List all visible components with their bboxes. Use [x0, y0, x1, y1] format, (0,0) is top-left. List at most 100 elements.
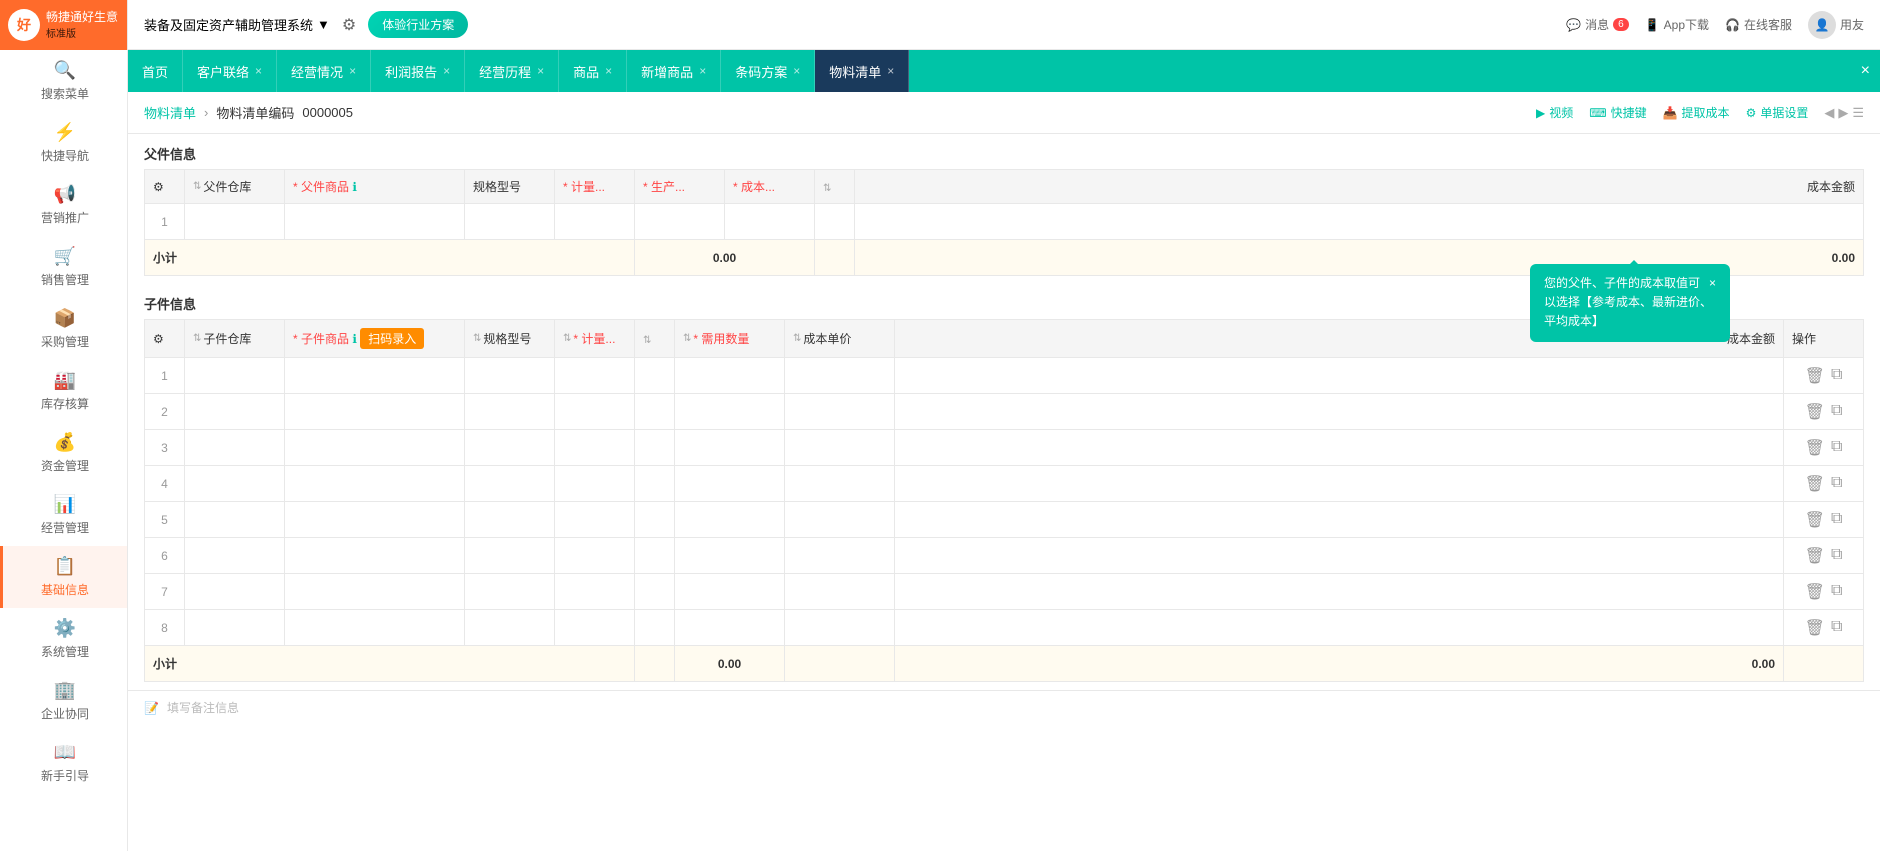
child-unit-cost-cell[interactable] — [785, 610, 895, 646]
child-unit-cost-cell[interactable] — [785, 574, 895, 610]
child-warehouse-cell[interactable] — [185, 538, 285, 574]
child-spec-cell[interactable] — [465, 430, 555, 466]
child-product-cell[interactable] — [285, 574, 465, 610]
child-unit-cost-cell[interactable] — [785, 502, 895, 538]
child-unit-cell[interactable] — [555, 430, 635, 466]
app-download-action[interactable]: 📱 App下载 — [1645, 16, 1709, 33]
child-product-info-icon[interactable]: ℹ — [352, 332, 357, 346]
delete-icon[interactable]: 🗑 — [1805, 366, 1825, 386]
nav-close-all-button[interactable]: × — [1851, 50, 1880, 92]
th-child-settings[interactable]: ⚙ — [145, 320, 185, 358]
tab-close-icon[interactable]: × — [349, 64, 356, 78]
system-title-dropdown[interactable]: 装备及固定资产辅助管理系统 ▼ — [144, 15, 330, 34]
tab-home[interactable]: 首页 — [128, 50, 183, 92]
toolbar-view-button[interactable]: ▶ 视频 — [1536, 104, 1573, 121]
message-action[interactable]: 💬 消息 6 — [1566, 16, 1629, 33]
child-qty-cell[interactable] — [675, 358, 785, 394]
toolbar-extract-cost-button[interactable]: 📥 提取成本 — [1663, 104, 1730, 121]
copy-icon[interactable]: ⧉ — [1831, 618, 1842, 638]
parent-product-cell[interactable] — [285, 204, 465, 240]
child-qty-cell[interactable] — [675, 394, 785, 430]
child-warehouse-cell[interactable] — [185, 502, 285, 538]
parent-warehouse-cell[interactable] — [185, 204, 285, 240]
child-unit-cost-cell[interactable] — [785, 538, 895, 574]
copy-icon[interactable]: ⧉ — [1831, 582, 1842, 602]
sidebar-item-purchase[interactable]: 📦 采购管理 — [0, 298, 127, 360]
tab-operations-status[interactable]: 经营情况 × — [277, 50, 371, 92]
sidebar-item-search[interactable]: 🔍 搜索菜单 — [0, 50, 127, 112]
scan-button[interactable]: 扫码录入 — [360, 328, 424, 349]
parent-prod-cell[interactable] — [635, 204, 725, 240]
toolbar-shortcut-button[interactable]: ⌨ 快捷键 — [1589, 104, 1646, 121]
child-unit-cell[interactable] — [555, 610, 635, 646]
child-spec-cell[interactable] — [465, 502, 555, 538]
tab-profit[interactable]: 利润报告 × — [371, 50, 465, 92]
tab-bom[interactable]: 物料清单 × — [815, 50, 909, 92]
tooltip-close-button[interactable]: × — [1709, 274, 1716, 293]
parent-product-info-icon[interactable]: ℹ — [352, 180, 357, 194]
delete-icon[interactable]: 🗑 — [1805, 618, 1825, 638]
child-product-cell[interactable] — [285, 394, 465, 430]
child-warehouse-cell[interactable] — [185, 610, 285, 646]
child-qty-cell[interactable] — [675, 574, 785, 610]
list-view-icon[interactable]: ☰ — [1852, 105, 1864, 121]
child-spec-cell[interactable] — [465, 466, 555, 502]
child-unit-cost-cell[interactable] — [785, 430, 895, 466]
tab-products[interactable]: 商品 × — [559, 50, 627, 92]
sidebar-item-system[interactable]: ⚙️ 系统管理 — [0, 608, 127, 670]
tab-barcode[interactable]: 条码方案 × — [721, 50, 815, 92]
child-warehouse-cell[interactable] — [185, 430, 285, 466]
child-product-cell[interactable] — [285, 610, 465, 646]
tab-close-icon[interactable]: × — [537, 64, 544, 78]
child-unit-cell[interactable] — [555, 574, 635, 610]
copy-icon[interactable]: ⧉ — [1831, 474, 1842, 494]
sidebar-item-finance[interactable]: 💰 资金管理 — [0, 422, 127, 484]
child-product-cell[interactable] — [285, 430, 465, 466]
child-spec-cell[interactable] — [465, 394, 555, 430]
sidebar-item-basic[interactable]: 📋 基础信息 — [0, 546, 127, 608]
sidebar-item-quicknav[interactable]: ⚡ 快捷导航 — [0, 112, 127, 174]
copy-icon[interactable]: ⧉ — [1831, 438, 1842, 458]
child-spec-cell[interactable] — [465, 538, 555, 574]
th-settings[interactable]: ⚙ — [145, 170, 185, 204]
child-qty-cell[interactable] — [675, 610, 785, 646]
parent-cost-cell[interactable] — [725, 204, 815, 240]
child-unit-cell[interactable] — [555, 394, 635, 430]
child-spec-cell[interactable] — [465, 610, 555, 646]
copy-icon[interactable]: ⧉ — [1831, 546, 1842, 566]
copy-icon[interactable]: ⧉ — [1831, 402, 1842, 422]
child-product-cell[interactable] — [285, 358, 465, 394]
delete-icon[interactable]: 🗑 — [1805, 546, 1825, 566]
gear-icon[interactable]: ⚙ — [342, 15, 356, 35]
experience-button[interactable]: 体验行业方案 — [368, 11, 468, 38]
child-unit-cell[interactable] — [555, 466, 635, 502]
child-unit-cost-cell[interactable] — [785, 358, 895, 394]
note-placeholder[interactable]: 填写备注信息 — [167, 699, 239, 716]
child-spec-cell[interactable] — [465, 574, 555, 610]
tab-close-icon[interactable]: × — [255, 64, 262, 78]
delete-icon[interactable]: 🗑 — [1805, 474, 1825, 494]
child-qty-cell[interactable] — [675, 538, 785, 574]
child-qty-cell[interactable] — [675, 430, 785, 466]
tab-close-icon[interactable]: × — [605, 64, 612, 78]
prev-page-icon[interactable]: ◀ — [1824, 105, 1834, 121]
sidebar-item-sales[interactable]: 🛒 销售管理 — [0, 236, 127, 298]
parent-unit-cell[interactable] — [555, 204, 635, 240]
sidebar-item-enterprise[interactable]: 🏢 企业协同 — [0, 670, 127, 732]
child-spec-cell[interactable] — [465, 358, 555, 394]
child-qty-cell[interactable] — [675, 466, 785, 502]
delete-icon[interactable]: 🗑 — [1805, 438, 1825, 458]
copy-icon[interactable]: ⧉ — [1831, 366, 1842, 386]
copy-icon[interactable]: ⧉ — [1831, 510, 1842, 530]
child-unit-cell[interactable] — [555, 502, 635, 538]
tab-close-icon[interactable]: × — [793, 64, 800, 78]
user-action[interactable]: 👤 用友 — [1808, 11, 1864, 39]
child-qty-cell[interactable] — [675, 502, 785, 538]
child-warehouse-cell[interactable] — [185, 574, 285, 610]
child-unit-cost-cell[interactable] — [785, 466, 895, 502]
child-unit-cell[interactable] — [555, 538, 635, 574]
next-page-icon[interactable]: ▶ — [1838, 105, 1848, 121]
sidebar-item-inventory[interactable]: 🏭 库存核算 — [0, 360, 127, 422]
tab-close-icon[interactable]: × — [699, 64, 706, 78]
parent-spec-cell[interactable] — [465, 204, 555, 240]
